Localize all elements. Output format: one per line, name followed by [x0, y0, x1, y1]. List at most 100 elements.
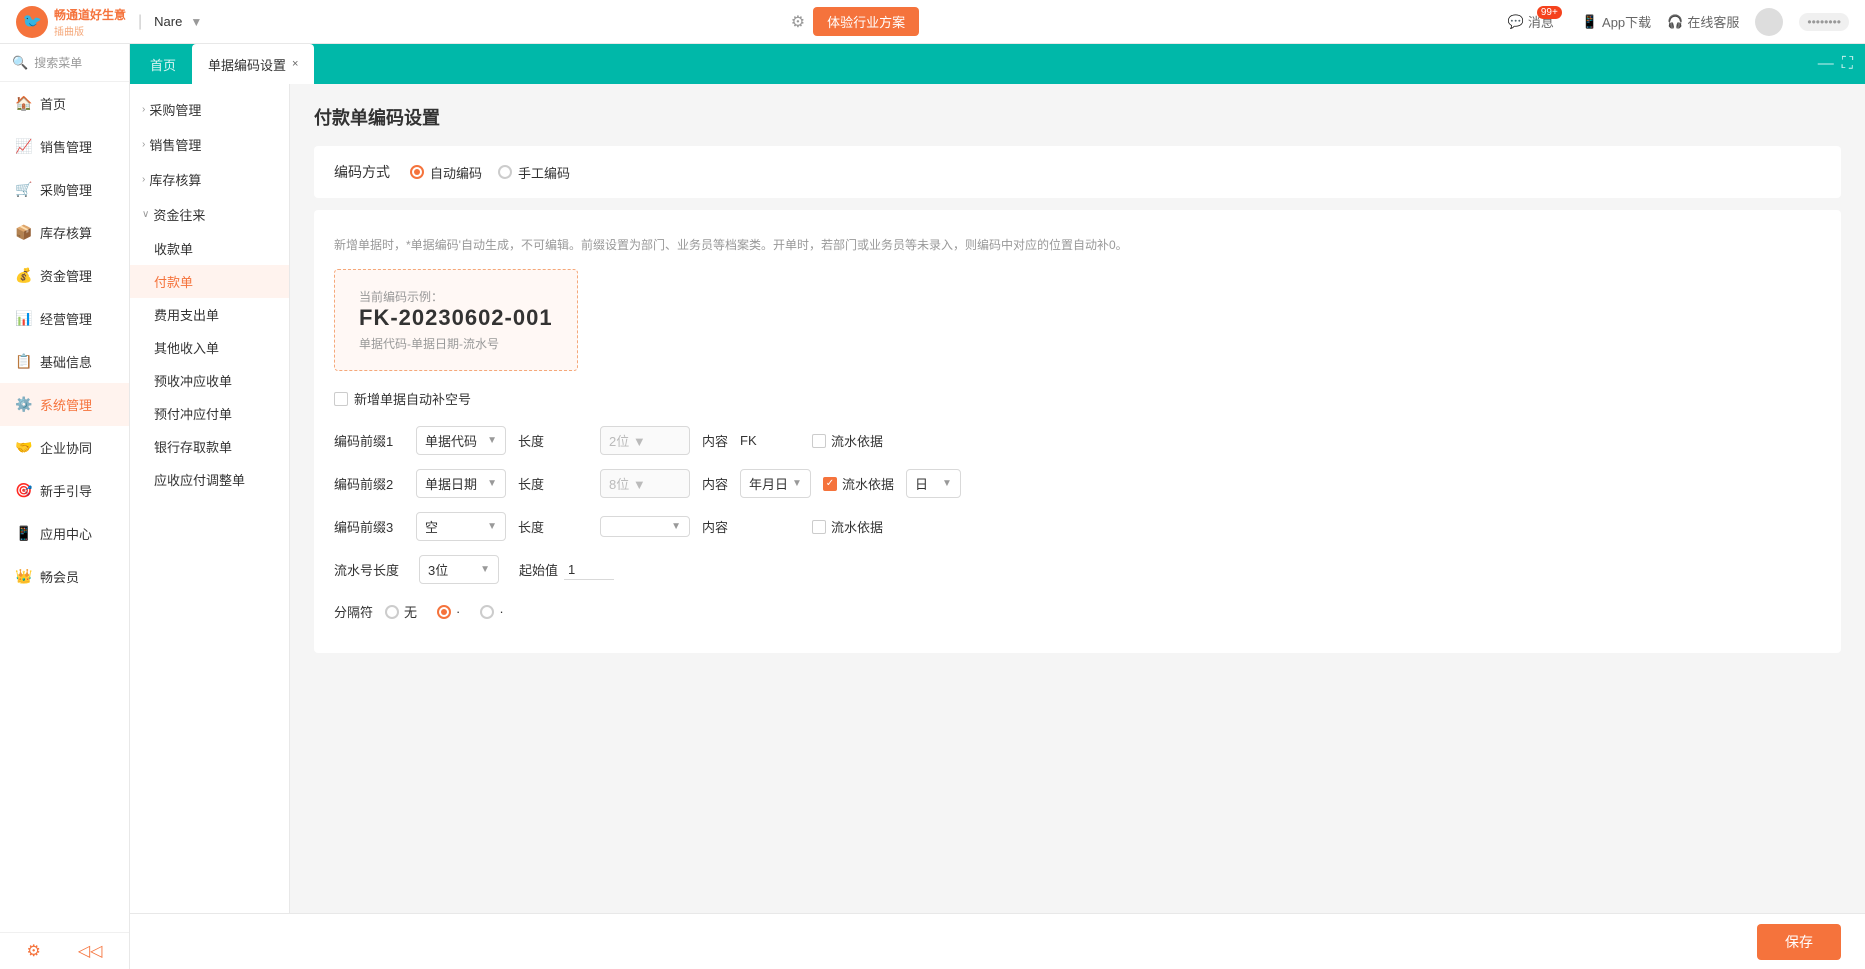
nav-expense[interactable]: 费用支出单	[130, 298, 289, 331]
tab-home[interactable]: 首页	[134, 44, 192, 84]
prefix1-content-value: FK	[740, 433, 800, 448]
nav-group-sales[interactable]: › 销售管理	[130, 127, 289, 162]
start-value-box: 起始值	[519, 560, 614, 580]
sep-dot[interactable]: ·	[437, 604, 460, 619]
preview-label: 当前编码示例：	[359, 288, 553, 305]
online-service[interactable]: 🎧 在线客服	[1667, 12, 1739, 31]
headset-icon: 🎧	[1667, 14, 1683, 30]
enterprise-icon: 🤝	[16, 440, 32, 456]
operations-icon: 📊	[16, 311, 32, 327]
arrow-sales: ›	[142, 139, 145, 150]
sep-none[interactable]: 无	[385, 602, 417, 621]
sidebar-item-appcenter[interactable]: 📱 应用中心	[0, 512, 129, 555]
settings-icon[interactable]: ⚙	[791, 12, 805, 32]
sidebar-item-sales[interactable]: 📈 销售管理	[0, 125, 129, 168]
sep-dot-dot	[437, 605, 451, 619]
sidebar-item-basic-info[interactable]: 📋 基础信息	[0, 340, 129, 383]
sidebar-item-member[interactable]: 👑 畅会员	[0, 555, 129, 598]
sidebar-item-operations[interactable]: 📊 经营管理	[0, 297, 129, 340]
footer-collapse-icon[interactable]: ◁◁	[78, 941, 103, 961]
tab-minimize-icon[interactable]: —	[1818, 55, 1834, 73]
sep-dash[interactable]: ·	[480, 604, 503, 619]
sidebar-footer: ⚙ ◁◁	[0, 932, 129, 969]
sidebar-item-finance[interactable]: 💰 资金管理	[0, 254, 129, 297]
prefix3-select[interactable]: 空 ▼	[416, 512, 506, 541]
prefix3-length-label: 长度	[518, 517, 588, 536]
serial-row: 流水号长度 3位 ▼ 起始值	[334, 555, 1821, 584]
preview-desc: 单据代码-单据日期-流水号	[359, 335, 553, 352]
nav-advance-payable[interactable]: 预付冲应付单	[130, 397, 289, 430]
preview-code: FK-20230602-001	[359, 305, 553, 331]
serial-length-select[interactable]: 3位 ▼	[419, 555, 499, 584]
prefix2-serial-checkbox[interactable]: ✓	[823, 477, 837, 491]
sidebar-item-inventory[interactable]: 📦 库存核算	[0, 211, 129, 254]
nav-other-income[interactable]: 其他收入单	[130, 331, 289, 364]
sidebar-item-home[interactable]: 🏠 首页	[0, 82, 129, 125]
nav-adjustment[interactable]: 应收应付调整单	[130, 463, 289, 496]
messages[interactable]: 💬 消息 99+	[1508, 12, 1554, 31]
inventory-icon: 📦	[16, 225, 32, 241]
prefix3-length-input[interactable]: ▼	[600, 516, 690, 537]
app-download[interactable]: 📱 App下载	[1582, 12, 1651, 31]
sidebar: 🔍 搜索菜单 🏠 首页 📈 销售管理 🛒 采购管理 📦 库存核算 💰	[0, 44, 130, 969]
prefix2-content-select[interactable]: 年月日 ▼	[740, 469, 811, 498]
radio-manual[interactable]: 手工编码	[498, 163, 570, 182]
prefix3-label: 编码前缀3	[334, 517, 404, 536]
nav-payments[interactable]: 付款单	[130, 265, 289, 298]
user-name[interactable]: ••••••••	[1799, 13, 1849, 31]
encode-method-label: 编码方式	[334, 162, 390, 182]
sidebar-item-purchase[interactable]: 🛒 采购管理	[0, 168, 129, 211]
prefix2-serial-check[interactable]: ✓ 流水依据	[823, 474, 894, 493]
nav-bank[interactable]: 银行存取款单	[130, 430, 289, 463]
prefix1-chevron-icon: ▼	[487, 435, 497, 446]
start-value-input[interactable]	[564, 560, 614, 580]
radio-auto[interactable]: 自动编码	[410, 163, 482, 182]
prefix3-serial-checkbox[interactable]	[812, 520, 826, 534]
prefix2-select[interactable]: 单据日期 ▼	[416, 469, 506, 498]
prefix1-serial-checkbox[interactable]	[812, 434, 826, 448]
prefix-row-2: 编码前缀2 单据日期 ▼ 长度 8位 ▼ 内容 年月日	[334, 469, 1821, 498]
prefix1-length-chevron: ▼	[633, 434, 646, 449]
auto-fill-row[interactable]: 新增单据自动补空号	[334, 389, 1821, 408]
tab-close-icon[interactable]: ×	[292, 58, 298, 70]
sidebar-item-system[interactable]: ⚙️ 系统管理	[0, 383, 129, 426]
encode-radio-group: 自动编码 手工编码	[410, 163, 570, 182]
bottom-bar: 保存	[130, 913, 1865, 969]
sidebar-item-guide[interactable]: 🎯 新手引导	[0, 469, 129, 512]
prefix1-select[interactable]: 单据代码 ▼	[416, 426, 506, 455]
sidebar-search[interactable]: 🔍 搜索菜单	[0, 44, 129, 82]
system-icon: ⚙️	[16, 397, 32, 413]
nav-receipts[interactable]: 收款单	[130, 232, 289, 265]
nav-group-inventory[interactable]: › 库存核算	[130, 162, 289, 197]
user-avatar[interactable]	[1755, 8, 1783, 36]
hint-text: 新增单据时，*单据编码'自动生成，不可编辑。前缀设置为部门、业务员等档案类。开单…	[334, 236, 1821, 255]
page-content: › 采购管理 › 销售管理 › 库存核算 ∨ 资金往来 收款单 付款单 费用支出…	[130, 84, 1865, 913]
nav-group-purchase[interactable]: › 采购管理	[130, 92, 289, 127]
prefix1-length-input: 2位 ▼	[600, 426, 690, 455]
basic-info-icon: 📋	[16, 354, 32, 370]
tab-encode-setting[interactable]: 单据编码设置 ×	[192, 44, 314, 84]
experience-btn[interactable]: 体验行业方案	[813, 7, 919, 36]
auto-fill-checkbox[interactable]	[334, 392, 348, 406]
top-header: 🐦 畅通道好生意 插曲版 | Nare ▼ ⚙ 体验行业方案 💬 消息 99+ …	[0, 0, 1865, 44]
prefix2-length-chevron: ▼	[633, 477, 646, 492]
tab-expand-icon[interactable]: ⛶	[1842, 55, 1853, 73]
prefix2-date-chevron: ▼	[942, 478, 952, 489]
app-title: 畅通道好生意 插曲版	[54, 6, 126, 38]
header-right: 💬 消息 99+ 📱 App下载 🎧 在线客服 ••••••••	[1508, 8, 1849, 36]
prefix2-date-select[interactable]: 日 ▼	[906, 469, 961, 498]
prefix3-serial-check[interactable]: 流水依据	[812, 517, 883, 536]
tab-bar: 首页 单据编码设置 × — ⛶	[130, 44, 1865, 84]
prefix2-length-label: 长度	[518, 474, 588, 493]
prefix1-serial-check[interactable]: 流水依据	[812, 431, 883, 450]
footer-settings-icon[interactable]: ⚙	[27, 941, 41, 961]
nav-group-capital[interactable]: ∨ 资金往来	[130, 197, 289, 232]
save-button[interactable]: 保存	[1757, 924, 1841, 960]
sales-icon: 📈	[16, 139, 32, 155]
search-icon: 🔍	[12, 55, 28, 71]
header-controls: ⚙ 体验行业方案	[791, 7, 919, 36]
message-icon: 💬	[1508, 14, 1524, 30]
prefix2-content-label: 内容	[702, 474, 728, 493]
sidebar-item-enterprise[interactable]: 🤝 企业协同	[0, 426, 129, 469]
nav-prepay-receivable[interactable]: 预收冲应收单	[130, 364, 289, 397]
